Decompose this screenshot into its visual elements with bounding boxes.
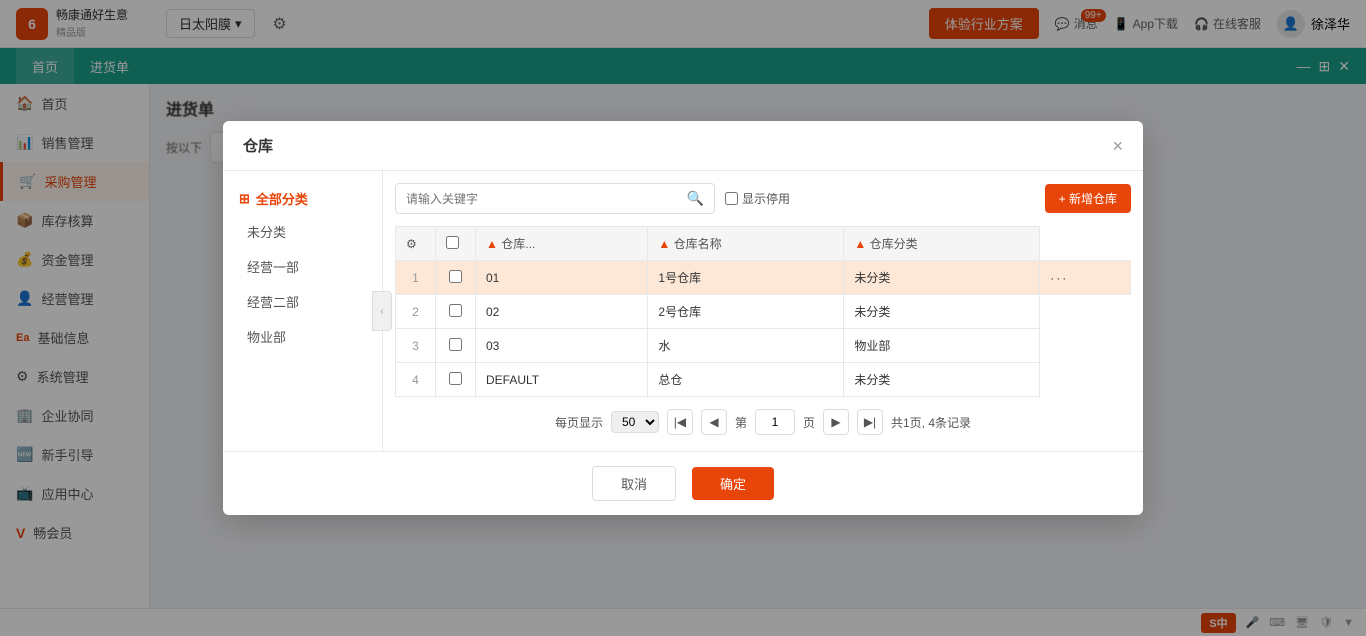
modal-footer: 取消 确定 — [223, 451, 1143, 515]
per-page-select[interactable]: 50 — [611, 411, 659, 433]
cancel-button[interactable]: 取消 — [592, 466, 676, 501]
add-warehouse-button[interactable]: + 新增仓库 — [1045, 184, 1131, 213]
first-page-button[interactable]: |◀ — [667, 409, 693, 435]
gear-header-icon: ⚙ — [406, 237, 417, 251]
row-checkbox-cell[interactable] — [436, 261, 476, 295]
show-disabled-checkbox[interactable] — [725, 192, 738, 205]
next-page-button[interactable]: ▶ — [823, 409, 849, 435]
sort-icon: ▲ — [486, 237, 498, 251]
table-row[interactable]: 1 011号仓库未分类··· — [396, 261, 1131, 295]
sort-icon-cat: ▲ — [854, 237, 866, 251]
page-number-input[interactable] — [755, 409, 795, 435]
modal-header: 仓库 × — [223, 121, 1143, 171]
modal-close-button[interactable]: × — [1112, 137, 1123, 155]
category-ops2-label: 经营二部 — [247, 295, 299, 310]
category-unclassified-label: 未分类 — [247, 225, 286, 240]
table-row[interactable]: 4 DEFAULT总仓未分类 — [396, 363, 1131, 397]
table-body: 1011号仓库未分类···2022号仓库未分类303水物业部4DEFAULT总仓… — [396, 261, 1131, 397]
row-category-cell: 未分类 — [844, 295, 1040, 329]
show-disabled-toggle[interactable]: 显示停用 — [725, 190, 790, 207]
row-actions-cell[interactable]: ··· — [1040, 261, 1131, 295]
table-header: ⚙ ▲ 仓库... ▲ — [396, 227, 1131, 261]
select-all-checkbox[interactable] — [446, 236, 459, 249]
row-checkbox[interactable] — [449, 304, 462, 317]
row-gear-cell: 4 — [396, 363, 436, 397]
row-checkbox[interactable] — [449, 338, 462, 351]
confirm-button[interactable]: 确定 — [692, 467, 774, 500]
search-input[interactable] — [396, 186, 677, 212]
row-category-cell: 未分类 — [844, 261, 1040, 295]
modal-body: ⊞ 全部分类 未分类 经营一部 经营二部 物业部 ‹ — [223, 171, 1143, 451]
table-row[interactable]: 2 022号仓库未分类 — [396, 295, 1131, 329]
row-checkbox-cell[interactable] — [436, 363, 476, 397]
table-toolbar: 🔍 显示停用 + 新增仓库 — [395, 183, 1131, 214]
row-category-cell: 物业部 — [844, 329, 1040, 363]
row-name-cell: 总仓 — [648, 363, 844, 397]
grid-icon: ⊞ — [239, 191, 250, 207]
pagination: 每页显示 50 |◀ ◀ 第 页 ▶ ▶| 共1页, 4条记录 — [395, 397, 1131, 439]
page-label: 第 — [735, 414, 747, 431]
table-row[interactable]: 3 03水物业部 — [396, 329, 1131, 363]
th-category: ▲ 仓库分类 — [844, 227, 1040, 261]
row-name-cell: 1号仓库 — [648, 261, 844, 295]
category-item-ops1[interactable]: 经营一部 — [223, 249, 382, 284]
row-code-cell: DEFAULT — [476, 363, 648, 397]
row-gear-cell: 3 — [396, 329, 436, 363]
warehouse-modal: 仓库 × ⊞ 全部分类 未分类 经营一部 经营二部 — [223, 121, 1143, 515]
last-page-button[interactable]: ▶| — [857, 409, 883, 435]
show-disabled-label: 显示停用 — [742, 190, 790, 207]
th-code: ▲ 仓库... — [476, 227, 648, 261]
search-button[interactable]: 🔍 — [677, 184, 714, 213]
th-gear: ⚙ — [396, 227, 436, 261]
row-checkbox-cell[interactable] — [436, 295, 476, 329]
table-panel: 🔍 显示停用 + 新增仓库 ⚙ — [383, 171, 1143, 451]
row-checkbox-cell[interactable] — [436, 329, 476, 363]
all-category-label: 全部分类 — [256, 189, 308, 208]
prev-page-button[interactable]: ◀ — [701, 409, 727, 435]
th-name: ▲ 仓库名称 — [648, 227, 844, 261]
row-gear-cell: 1 — [396, 261, 436, 295]
table-container: ⚙ ▲ 仓库... ▲ — [395, 226, 1131, 397]
chevron-left-icon: ‹ — [380, 306, 383, 317]
row-checkbox[interactable] — [449, 270, 462, 283]
category-panel: ⊞ 全部分类 未分类 经营一部 经营二部 物业部 ‹ — [223, 171, 383, 451]
row-name-cell: 2号仓库 — [648, 295, 844, 329]
total-records: 共1页, 4条记录 — [891, 414, 971, 431]
category-collapse-button[interactable]: ‹ — [372, 291, 392, 331]
category-ops1-label: 经营一部 — [247, 260, 299, 275]
sort-icon-name: ▲ — [658, 237, 670, 251]
warehouse-table: ⚙ ▲ 仓库... ▲ — [395, 226, 1131, 397]
per-page-label: 每页显示 — [555, 414, 603, 431]
row-checkbox[interactable] — [449, 372, 462, 385]
modal-title: 仓库 — [243, 135, 273, 156]
page-suffix: 页 — [803, 414, 815, 431]
row-code-cell: 03 — [476, 329, 648, 363]
search-box: 🔍 — [395, 183, 715, 214]
row-code-cell: 01 — [476, 261, 648, 295]
category-item-ops2[interactable]: 经营二部 — [223, 284, 382, 319]
th-checkbox — [436, 227, 476, 261]
all-category-item[interactable]: ⊞ 全部分类 — [223, 183, 382, 214]
modal-overlay: 仓库 × ⊞ 全部分类 未分类 经营一部 经营二部 — [0, 0, 1366, 636]
row-name-cell: 水 — [648, 329, 844, 363]
row-code-cell: 02 — [476, 295, 648, 329]
row-gear-cell: 2 — [396, 295, 436, 329]
category-item-property[interactable]: 物业部 — [223, 319, 382, 354]
table-header-row: ⚙ ▲ 仓库... ▲ — [396, 227, 1131, 261]
search-icon: 🔍 — [687, 190, 704, 206]
category-item-unclassified[interactable]: 未分类 — [223, 214, 382, 249]
row-category-cell: 未分类 — [844, 363, 1040, 397]
category-property-label: 物业部 — [247, 330, 286, 345]
